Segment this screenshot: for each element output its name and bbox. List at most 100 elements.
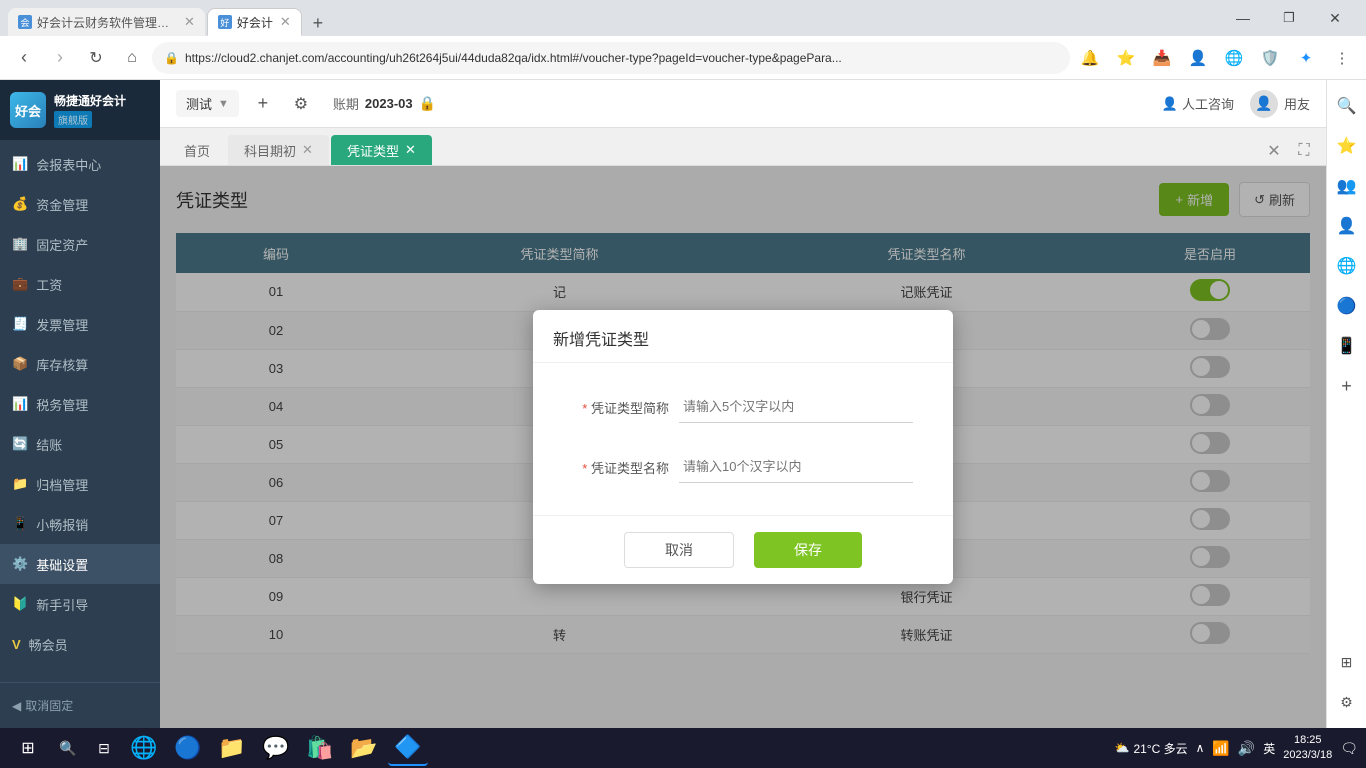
- right-search-icon[interactable]: 🔍: [1329, 88, 1365, 124]
- tab-subjects[interactable]: 科目期初 ✕: [228, 135, 329, 165]
- toolbar-icon-2[interactable]: ⭐: [1110, 42, 1142, 74]
- sidebar-item-closing[interactable]: 🔄 结账: [0, 424, 160, 464]
- toolbar-icon-3[interactable]: 📥: [1146, 42, 1178, 74]
- sidebar-item-reports[interactable]: 📊 会报表中心: [0, 144, 160, 184]
- save-button[interactable]: 保存: [754, 532, 862, 568]
- tab-voucher-type[interactable]: 凭证类型 ✕: [331, 135, 432, 165]
- tab1-close[interactable]: ✕: [184, 14, 195, 30]
- taskbar-view-btn[interactable]: ⊟: [88, 732, 120, 764]
- taskbar-app-folder[interactable]: 📂: [344, 730, 384, 766]
- taskbar-app-chrome[interactable]: 🔵: [168, 730, 208, 766]
- right-edge-icon[interactable]: 🔵: [1329, 288, 1365, 324]
- wechat-icon: 💬: [262, 735, 289, 761]
- address-bar[interactable]: 🔒 https://cloud2.chanjet.com/accounting/…: [152, 42, 1070, 74]
- name-input[interactable]: [679, 451, 913, 483]
- browser-tabs: 会 好会计云财务软件管理系统_会计 ✕ 好 好会计 ✕ +: [8, 0, 1216, 36]
- sidebar-item-salary[interactable]: 💼 工资: [0, 264, 160, 304]
- app-tabs: 首页 科目期初 ✕ 凭证类型 ✕ ✕ ⛶: [160, 128, 1326, 166]
- sidebar-item-funds[interactable]: 💰 资金管理: [0, 184, 160, 224]
- start-button[interactable]: ⊞: [8, 732, 48, 764]
- taskbar-app-files[interactable]: 📁: [212, 730, 252, 766]
- right-person-icon[interactable]: 👤: [1329, 208, 1365, 244]
- tab2-close[interactable]: ✕: [280, 14, 291, 30]
- sidebar-item-vip[interactable]: V 畅会员: [0, 624, 160, 664]
- tab-home[interactable]: 首页: [168, 135, 226, 165]
- maximize-button[interactable]: ❐: [1266, 2, 1312, 34]
- taskbar-datetime: 18:25 2023/3/18: [1283, 733, 1332, 764]
- company-selector[interactable]: 测试 ▼: [176, 90, 239, 117]
- sidebar-item-archive[interactable]: 📁 归档管理: [0, 464, 160, 504]
- right-app-icon[interactable]: 📱: [1329, 328, 1365, 364]
- taskbar-date: 2023/3/18: [1283, 748, 1332, 763]
- browser-titlebar: 会 好会计云财务软件管理系统_会计 ✕ 好 好会计 ✕ + — ❐ ✕: [0, 0, 1366, 36]
- cancel-pin-btn[interactable]: ◀ 取消固定: [12, 691, 148, 720]
- toolbar-icon-1[interactable]: 🔔: [1074, 42, 1106, 74]
- consult-btn[interactable]: 👤 人工咨询: [1162, 94, 1234, 113]
- guide-icon: 🔰: [12, 596, 28, 612]
- new-tab-button[interactable]: +: [304, 10, 332, 36]
- sidebar-item-inventory[interactable]: 📦 库存核算: [0, 344, 160, 384]
- browser-tab-1[interactable]: 会 好会计云财务软件管理系统_会计 ✕: [8, 8, 205, 36]
- assets-icon: 🏢: [12, 236, 28, 252]
- minimize-button[interactable]: —: [1220, 2, 1266, 34]
- taskbar-time: 18:25: [1283, 733, 1332, 748]
- salary-label: 工资: [36, 275, 62, 294]
- taskbar-app-store[interactable]: 🛍️: [300, 730, 340, 766]
- right-user-icon[interactable]: 👥: [1329, 168, 1365, 204]
- assets-label: 固定资产: [36, 235, 88, 254]
- right-settings-icon[interactable]: ⚙: [1329, 684, 1365, 720]
- taskbar-arrow[interactable]: ∧: [1196, 741, 1205, 755]
- toolbar-icon-7[interactable]: ✦: [1290, 42, 1322, 74]
- tab-expand-btn[interactable]: ✕: [1260, 137, 1288, 165]
- taskbar-notification[interactable]: 🗨: [1340, 740, 1358, 757]
- tax-icon: 📊: [12, 396, 28, 412]
- user-info[interactable]: 👤 用友: [1250, 90, 1310, 118]
- close-button[interactable]: ✕: [1312, 2, 1358, 34]
- home-button[interactable]: ⌂: [116, 42, 148, 74]
- short-input[interactable]: [679, 391, 913, 423]
- right-chrome-icon[interactable]: 🌐: [1329, 248, 1365, 284]
- taskbar-app-edge[interactable]: 🌐: [124, 730, 164, 766]
- cancel-button[interactable]: 取消: [624, 532, 734, 568]
- back-button[interactable]: ‹: [8, 42, 40, 74]
- right-add-icon[interactable]: +: [1329, 368, 1365, 404]
- sidebar-bottom: ◀ 取消固定: [0, 682, 160, 728]
- reports-label: 会报表中心: [36, 155, 101, 174]
- sidebar-item-assets[interactable]: 🏢 固定资产: [0, 224, 160, 264]
- toolbar-icon-5[interactable]: 🌐: [1218, 42, 1250, 74]
- sidebar-item-tax[interactable]: 📊 税务管理: [0, 384, 160, 424]
- save-label: 保存: [794, 542, 822, 558]
- tab-fullscreen-btn[interactable]: ⛶: [1290, 137, 1318, 165]
- funds-icon: 💰: [12, 196, 28, 212]
- header-settings-btn[interactable]: ⚙: [287, 90, 315, 118]
- add-company-btn[interactable]: +: [249, 90, 277, 118]
- toolbar-icon-4[interactable]: 👤: [1182, 42, 1214, 74]
- tab-voucher-close[interactable]: ✕: [405, 142, 416, 158]
- logo-icon: 好会: [10, 92, 46, 128]
- right-grid-icon[interactable]: ⊞: [1329, 644, 1365, 680]
- archive-label: 归档管理: [36, 475, 88, 494]
- right-panel: 🔍 ⭐ 👥 👤 🌐 🔵 📱 + ⊞ ⚙: [1326, 80, 1366, 728]
- sidebar-item-guide[interactable]: 🔰 新手引导: [0, 584, 160, 624]
- edge2-icon: 🔷: [394, 734, 421, 760]
- tab-subjects-close[interactable]: ✕: [302, 142, 313, 158]
- sidebar-item-invoice[interactable]: 🧾 发票管理: [0, 304, 160, 344]
- closing-label: 结账: [36, 435, 62, 454]
- dialog-overlay: 新增凭证类型 * 凭证类型简称 *: [160, 166, 1326, 728]
- url-text: https://cloud2.chanjet.com/accounting/uh…: [185, 51, 842, 65]
- sidebar-item-expense[interactable]: 📱 小畅报销: [0, 504, 160, 544]
- toolbar-icon-8[interactable]: ⋮: [1326, 42, 1358, 74]
- guide-label: 新手引导: [36, 595, 88, 614]
- tab-subjects-label: 科目期初: [244, 141, 296, 160]
- right-star-icon[interactable]: ⭐: [1329, 128, 1365, 164]
- toolbar-icon-6[interactable]: 🛡️: [1254, 42, 1286, 74]
- taskbar-app-edge2[interactable]: 🔷: [388, 730, 428, 766]
- sidebar-item-settings[interactable]: ⚙️ 基础设置: [0, 544, 160, 584]
- app-container: 好会 测试 畅捷通好会计 旗舰版 📊 会报表中心 💰 资金管理 🏢 固定资产 💼: [0, 80, 1366, 728]
- taskbar-search-btn[interactable]: 🔍: [52, 732, 84, 764]
- tab-home-label: 首页: [184, 141, 210, 160]
- forward-button[interactable]: ›: [44, 42, 76, 74]
- refresh-button[interactable]: ↻: [80, 42, 112, 74]
- taskbar-app-wechat[interactable]: 💬: [256, 730, 296, 766]
- browser-tab-2[interactable]: 好 好会计 ✕: [207, 8, 302, 36]
